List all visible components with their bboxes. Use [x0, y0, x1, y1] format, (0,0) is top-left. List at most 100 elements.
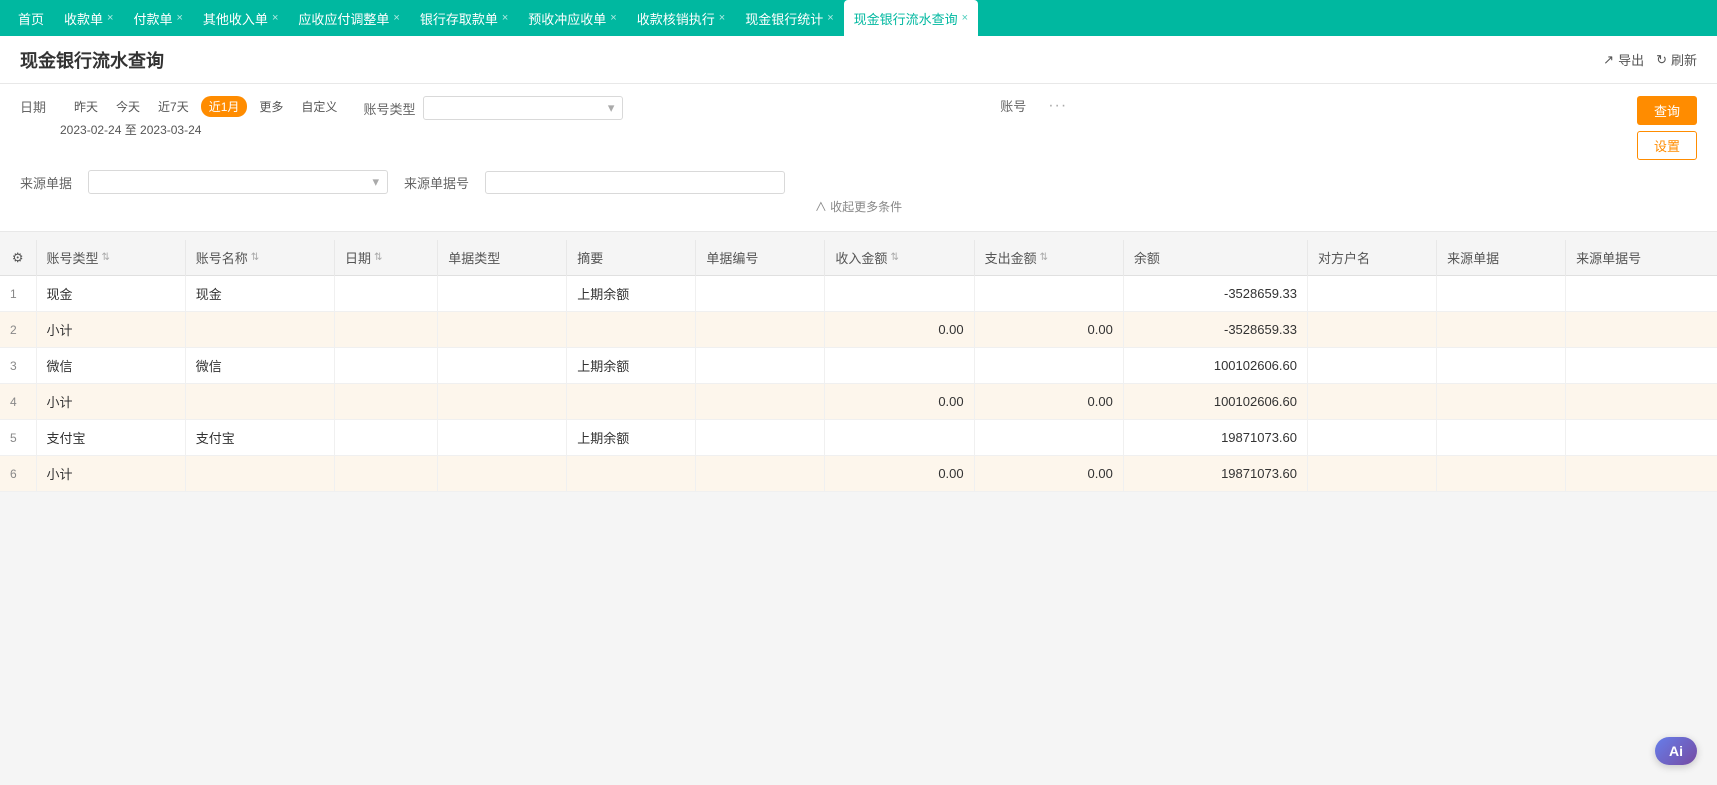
cell-source-doc	[1437, 420, 1566, 456]
cell-counterparty	[1308, 384, 1437, 420]
cell-source-doc	[1437, 276, 1566, 312]
cell-account-type: 小计	[36, 384, 185, 420]
main-table: ⚙ 账号类型 ⇅ 账号名称 ⇅ 日期	[0, 240, 1717, 492]
cell-income	[825, 420, 974, 456]
account-label: 账号	[1000, 96, 1040, 115]
cell-balance: 100102606.60	[1123, 348, 1307, 384]
cell-doc-type	[438, 456, 567, 492]
cell-income	[825, 276, 974, 312]
cell-account-name: 微信	[185, 348, 334, 384]
dropdown-icon: ▾	[608, 100, 615, 116]
settings-button[interactable]: 设置	[1637, 131, 1697, 160]
close-icon[interactable]: ×	[176, 12, 182, 24]
cell-account-name: 现金	[185, 276, 334, 312]
cell-source-doc-no	[1566, 384, 1717, 420]
date-today[interactable]: 今天	[110, 96, 146, 117]
sort-icon: ⇅	[374, 252, 382, 263]
th-income[interactable]: 收入金额 ⇅	[825, 240, 974, 276]
close-icon[interactable]: ×	[962, 12, 968, 24]
export-button[interactable]: ↗ 导出	[1603, 50, 1644, 69]
row-number: 4	[0, 384, 36, 420]
account-dots[interactable]: ···	[1048, 97, 1067, 115]
date-custom[interactable]: 自定义	[295, 96, 343, 117]
cell-counterparty	[1308, 312, 1437, 348]
source-doc-no-input[interactable]	[485, 171, 785, 194]
cell-account-name	[185, 384, 334, 420]
source-doc-label: 来源单据	[20, 173, 72, 192]
cell-account-name: 支付宝	[185, 420, 334, 456]
cell-summary: 上期余额	[567, 276, 696, 312]
cell-summary	[567, 456, 696, 492]
row-number: 2	[0, 312, 36, 348]
cell-expense: 0.00	[974, 384, 1123, 420]
th-account-type[interactable]: 账号类型 ⇅	[36, 240, 185, 276]
date-range-display: 2023-02-24 至 2023-03-24	[60, 123, 201, 137]
th-date[interactable]: 日期 ⇅	[334, 240, 437, 276]
cell-expense	[974, 276, 1123, 312]
table-row: 4小计0.000.00100102606.60	[0, 384, 1717, 420]
date-label: 日期	[20, 97, 60, 116]
nav-home[interactable]: 首页	[8, 0, 54, 36]
cell-account-type: 小计	[36, 456, 185, 492]
cell-source-doc	[1437, 312, 1566, 348]
page-title: 现金银行流水查询	[20, 47, 164, 73]
row-number: 1	[0, 276, 36, 312]
date-1month[interactable]: 近1月	[201, 96, 248, 117]
sort-icon: ⇅	[890, 252, 898, 263]
nav-payment[interactable]: 付款单 ×	[123, 0, 192, 36]
cell-income: 0.00	[825, 384, 974, 420]
cell-doc-no	[696, 276, 825, 312]
sort-icon: ⇅	[1040, 252, 1048, 263]
cell-date	[334, 312, 437, 348]
cell-income: 0.00	[825, 312, 974, 348]
close-icon[interactable]: ×	[719, 12, 725, 24]
cell-doc-type	[438, 348, 567, 384]
nav-verify[interactable]: 收款核销执行 ×	[627, 0, 735, 36]
th-gear: ⚙	[0, 240, 36, 276]
source-doc-select[interactable]: ▾	[88, 170, 388, 194]
date-shortcuts: 昨天 今天 近7天 近1月 更多 自定义	[68, 96, 343, 117]
ai-assistant-badge[interactable]: Ai	[1655, 737, 1697, 765]
cell-summary	[567, 384, 696, 420]
gear-icon[interactable]: ⚙	[12, 250, 24, 265]
th-expense[interactable]: 支出金额 ⇅	[974, 240, 1123, 276]
nav-other-income[interactable]: 其他收入单 ×	[193, 0, 288, 36]
refresh-button[interactable]: ↻ 刷新	[1656, 50, 1697, 69]
close-icon[interactable]: ×	[610, 12, 616, 24]
cell-source-doc	[1437, 384, 1566, 420]
th-account-name[interactable]: 账号名称 ⇅	[185, 240, 334, 276]
account-type-label: 账号类型	[363, 99, 415, 118]
nav-pre-receipt[interactable]: 预收冲应收单 ×	[518, 0, 626, 36]
date-yesterday[interactable]: 昨天	[68, 96, 104, 117]
nav-bank-stats[interactable]: 现金银行统计 ×	[735, 0, 843, 36]
cell-doc-no	[696, 420, 825, 456]
query-button[interactable]: 查询	[1637, 96, 1697, 125]
table-container: ⚙ 账号类型 ⇅ 账号名称 ⇅ 日期	[0, 240, 1717, 492]
collapse-bar[interactable]: ∧ 收起更多条件	[20, 194, 1697, 219]
close-icon[interactable]: ×	[107, 12, 113, 24]
nav-receipt[interactable]: 收款单 ×	[54, 0, 123, 36]
cell-account-type: 支付宝	[36, 420, 185, 456]
date-7days[interactable]: 近7天	[152, 96, 195, 117]
close-icon[interactable]: ×	[272, 12, 278, 24]
cell-account-type: 小计	[36, 312, 185, 348]
close-icon[interactable]: ×	[393, 12, 399, 24]
cell-date	[334, 420, 437, 456]
close-icon[interactable]: ×	[827, 12, 833, 24]
account-type-select[interactable]: ▾	[423, 96, 623, 120]
cell-date	[334, 348, 437, 384]
nav-bank-deposit[interactable]: 银行存取款单 ×	[410, 0, 518, 36]
source-doc-no-label: 来源单据号	[404, 173, 469, 192]
close-icon[interactable]: ×	[502, 12, 508, 24]
date-more[interactable]: 更多	[253, 96, 289, 117]
cell-doc-type	[438, 276, 567, 312]
row-number: 3	[0, 348, 36, 384]
cell-counterparty	[1308, 276, 1437, 312]
nav-bank-flow[interactable]: 现金银行流水查询 ×	[844, 0, 978, 36]
cell-doc-type	[438, 420, 567, 456]
cell-doc-no	[696, 348, 825, 384]
cell-counterparty	[1308, 348, 1437, 384]
cell-source-doc-no	[1566, 276, 1717, 312]
nav-adjust[interactable]: 应收应付调整单 ×	[288, 0, 409, 36]
sort-icon: ⇅	[251, 252, 259, 263]
